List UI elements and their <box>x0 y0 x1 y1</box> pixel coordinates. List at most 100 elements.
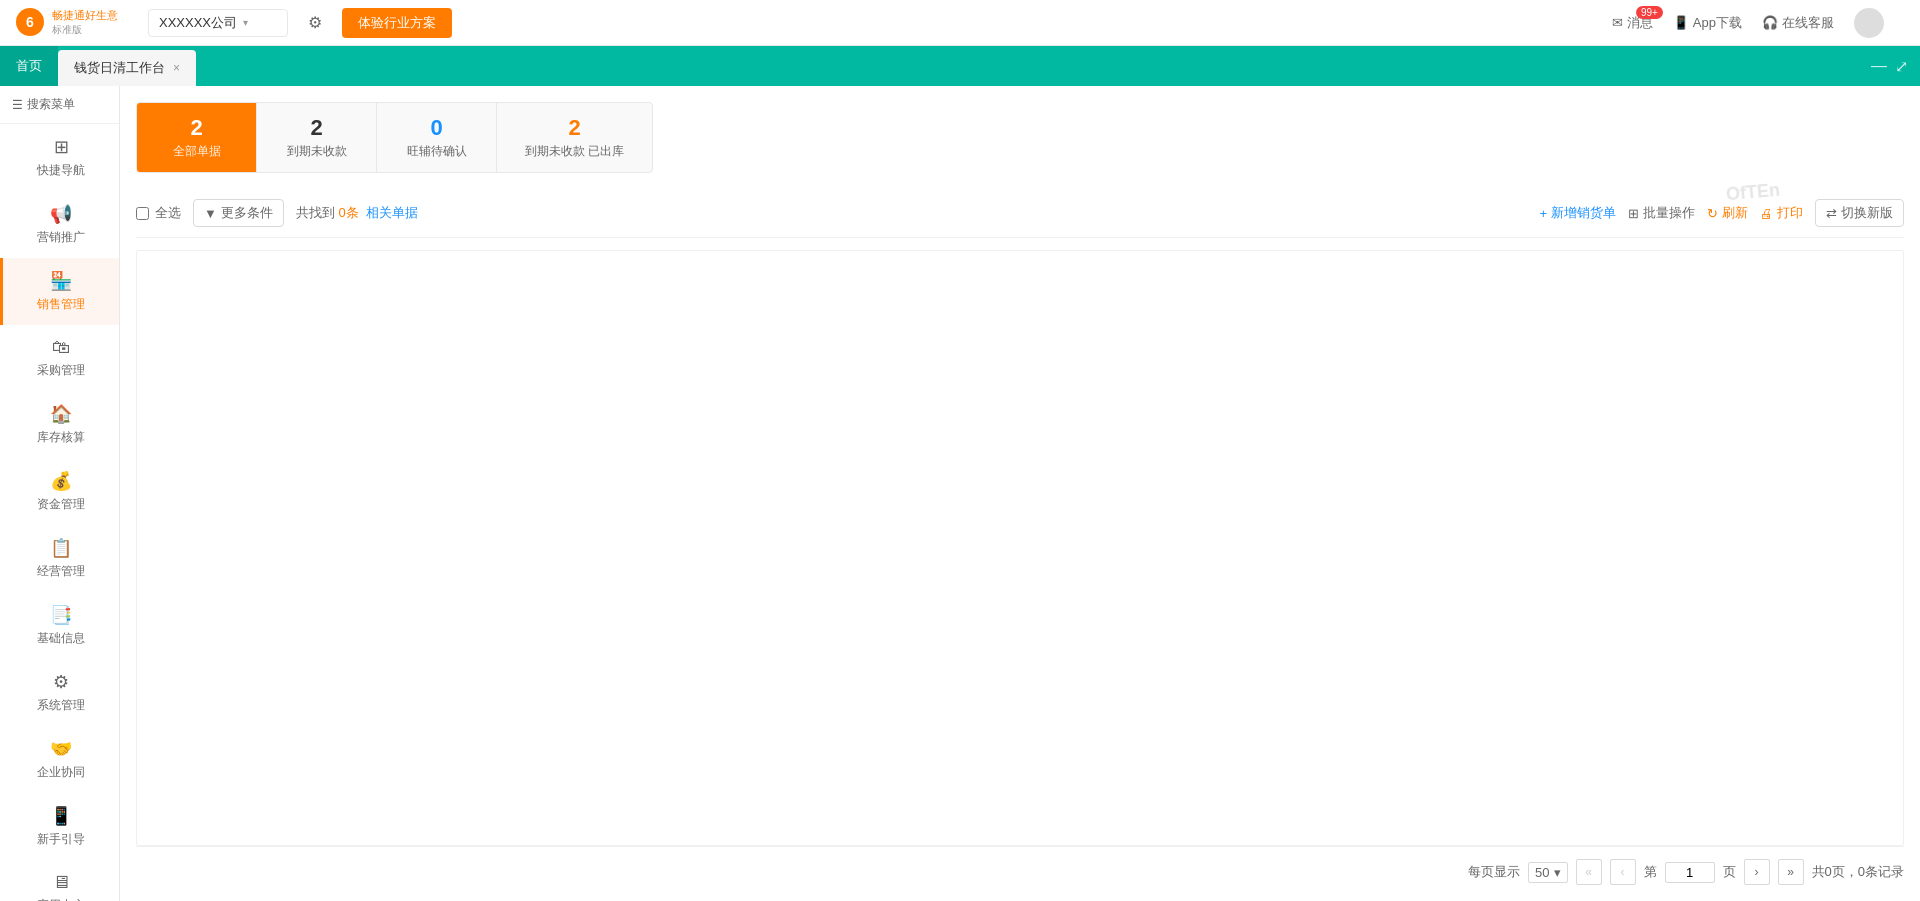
online-service-button[interactable]: 🎧 在线客服 <box>1762 14 1834 32</box>
sales-icon: 🏪 <box>50 270 72 292</box>
settings-button[interactable]: ⚙ <box>300 8 330 38</box>
message-icon: ✉ <box>1612 15 1623 30</box>
sidebar-item-inventory[interactable]: 🏠 库存核算 <box>0 391 119 458</box>
logo-icon: 6 <box>16 8 44 36</box>
layout: ☰ 搜索菜单 ⊞ 快捷导航 📢 营销推广 🏪 销售管理 🛍 采购管理 🏠 库存核… <box>0 86 1920 901</box>
logo-text: 畅捷通好生意 <box>52 8 118 22</box>
top-bar-right: ✉ 消息 99+ 📱 App下载 🎧 在线客服 <box>1612 8 1904 38</box>
toolbar-right: + 新增销货单 ⊞ 批量操作 ↻ 刷新 🖨 打印 <box>1539 199 1904 227</box>
next-page-button[interactable]: › <box>1744 859 1770 885</box>
maximize-tab-button[interactable]: ⤢ <box>1895 57 1908 76</box>
company-name: XXXXXX公司 <box>159 14 237 32</box>
status-label-outbound: 到期未收款 已出库 <box>525 143 624 160</box>
page-number-input[interactable] <box>1665 862 1715 883</box>
messages-badge: 99+ <box>1636 6 1663 19</box>
close-tab-icon[interactable]: × <box>173 61 180 75</box>
avatar[interactable] <box>1854 8 1884 38</box>
status-label-all: 全部单据 <box>173 143 221 160</box>
home-tab[interactable]: 首页 <box>0 46 58 86</box>
batch-icon: ⊞ <box>1628 206 1639 221</box>
first-page-button[interactable]: « <box>1576 859 1602 885</box>
status-count-pending: 0 <box>430 115 442 141</box>
app-icon: 📱 <box>1673 15 1689 30</box>
refresh-button[interactable]: ↻ 刷新 <box>1707 204 1748 222</box>
refresh-icon: ↻ <box>1707 206 1718 221</box>
print-icon: 🖨 <box>1760 206 1773 221</box>
last-page-button[interactable]: » <box>1778 859 1804 885</box>
minimize-tab-button[interactable]: — <box>1871 57 1887 75</box>
sidebar-item-label: 采购管理 <box>37 362 85 379</box>
status-card-pending[interactable]: 0 旺辅待确认 <box>377 103 497 172</box>
found-text: 共找到 0条 相关单据 <box>296 204 418 222</box>
batch-operations-button[interactable]: ⊞ 批量操作 <box>1628 204 1695 222</box>
sidebar-item-cooperation[interactable]: 🤝 企业协同 <box>0 726 119 793</box>
system-icon: ⚙ <box>53 671 69 693</box>
add-sales-button[interactable]: + 新增销货单 <box>1539 204 1616 222</box>
search-icon: ☰ <box>12 98 23 112</box>
sidebar-item-system[interactable]: ⚙ 系统管理 <box>0 659 119 726</box>
sidebar-item-marketing[interactable]: 📢 营销推广 <box>0 191 119 258</box>
status-card-outbound[interactable]: 2 到期未收款 已出库 <box>497 103 652 172</box>
sidebar-item-label: 基础信息 <box>37 630 85 647</box>
switch-version-button[interactable]: ⇄ 切换新版 <box>1815 199 1904 227</box>
sidebar-item-label: 营销推广 <box>37 229 85 246</box>
pagination: 每页显示 50 ▾ « ‹ 第 页 › » 共0页，0条记录 <box>136 846 1904 885</box>
search-menu-item[interactable]: ☰ 搜索菜单 <box>0 86 119 124</box>
more-filters-button[interactable]: ▼ 更多条件 <box>193 199 284 227</box>
page-size-chevron: ▾ <box>1554 865 1561 880</box>
sidebar-item-label: 资金管理 <box>37 496 85 513</box>
quick-nav-icon: ⊞ <box>54 136 69 158</box>
sidebar-item-purchase[interactable]: 🛍 采购管理 <box>0 325 119 391</box>
sidebar-item-quick-nav[interactable]: ⊞ 快捷导航 <box>0 124 119 191</box>
related-label[interactable]: 相关单据 <box>366 205 418 220</box>
logo-area: 6 畅捷通好生意 标准版 <box>16 8 136 36</box>
toolbar: 全选 ▼ 更多条件 共找到 0条 相关单据 + 新增销货单 <box>136 189 1904 238</box>
sidebar-item-label: 经营管理 <box>37 563 85 580</box>
page-size-select[interactable]: 50 ▾ <box>1528 862 1567 883</box>
sidebar-item-label: 应用中心 <box>37 897 85 901</box>
status-count-all: 2 <box>190 115 202 141</box>
sidebar-item-capital[interactable]: 💰 资金管理 <box>0 458 119 525</box>
batch-btn-label: 批量操作 <box>1643 204 1695 222</box>
select-all-label: 全选 <box>155 204 181 222</box>
nav-tabs: 首页 钱货日清工作台 × — ⤢ <box>0 46 1920 86</box>
status-count-outbound: 2 <box>569 115 581 141</box>
print-label: 打印 <box>1777 204 1803 222</box>
messages-button[interactable]: ✉ 消息 99+ <box>1612 14 1653 32</box>
sidebar-item-label: 系统管理 <box>37 697 85 714</box>
marketing-icon: 📢 <box>50 203 72 225</box>
app-download-button[interactable]: 📱 App下载 <box>1673 14 1742 32</box>
sidebar-item-sales[interactable]: 🏪 销售管理 <box>0 258 119 325</box>
active-tab-label: 钱货日清工作台 <box>74 59 165 77</box>
sidebar-item-operations[interactable]: 📋 经营管理 <box>0 525 119 592</box>
select-all-checkbox[interactable]: 全选 <box>136 204 181 222</box>
sidebar: ☰ 搜索菜单 ⊞ 快捷导航 📢 营销推广 🏪 销售管理 🛍 采购管理 🏠 库存核… <box>0 86 120 901</box>
more-filters-label: 更多条件 <box>221 204 273 222</box>
page-label-text: 第 <box>1644 863 1657 881</box>
status-card-overdue[interactable]: 2 到期未收款 <box>257 103 377 172</box>
guide-icon: 📱 <box>50 805 72 827</box>
page-size-value: 50 <box>1535 865 1549 880</box>
search-menu-label: 搜索菜单 <box>27 96 75 113</box>
capital-icon: 💰 <box>50 470 72 492</box>
logo-text-block: 畅捷通好生意 标准版 <box>52 8 118 36</box>
plus-icon: + <box>1539 206 1547 221</box>
sidebar-item-guide[interactable]: 📱 新手引导 <box>0 793 119 860</box>
purchase-icon: 🛍 <box>52 337 70 358</box>
trial-button[interactable]: 体验行业方案 <box>342 8 452 38</box>
page-suffix: 页 <box>1723 863 1736 881</box>
sidebar-item-basic-info[interactable]: 📑 基础信息 <box>0 592 119 659</box>
status-card-all[interactable]: 2 全部单据 <box>137 103 257 172</box>
prev-page-button[interactable]: ‹ <box>1610 859 1636 885</box>
chevron-down-icon: ▾ <box>243 17 248 28</box>
select-all-input[interactable] <box>136 207 149 220</box>
company-selector[interactable]: XXXXXX公司 ▾ <box>148 9 288 37</box>
per-page-label: 每页显示 <box>1468 863 1520 881</box>
active-tab[interactable]: 钱货日清工作台 × <box>58 50 196 86</box>
sidebar-item-label: 库存核算 <box>37 429 85 446</box>
sidebar-item-label: 销售管理 <box>37 296 85 313</box>
table-area <box>136 250 1904 846</box>
print-button[interactable]: 🖨 打印 <box>1760 204 1803 222</box>
switch-label: 切换新版 <box>1841 204 1893 222</box>
sidebar-item-apps[interactable]: 🖥 应用中心 <box>0 860 119 901</box>
